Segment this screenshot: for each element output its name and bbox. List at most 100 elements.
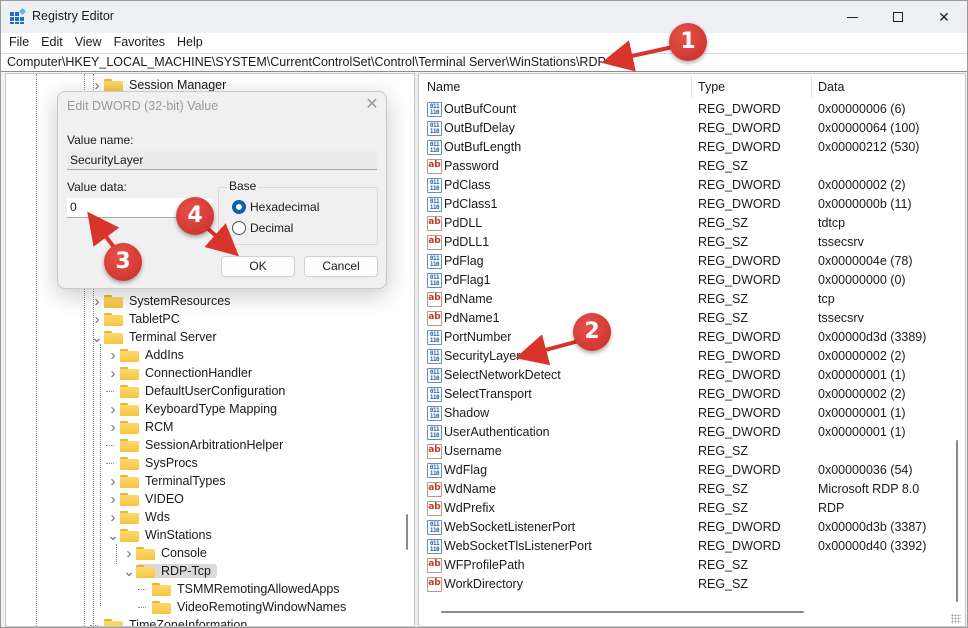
- tree-item-content[interactable]: VIDEO: [120, 492, 190, 506]
- value-row[interactable]: ab Password REG_SZ: [419, 157, 949, 176]
- value-row[interactable]: 011 110 UserAuthentication REG_DWORD 0x00000…: [419, 423, 949, 442]
- chevron-right-icon[interactable]: ›: [90, 292, 104, 310]
- value-row[interactable]: 011 110 PdFlag REG_DWORD 0x0000004e (78): [419, 252, 949, 271]
- value-row[interactable]: ab WorkDirectory REG_SZ: [419, 575, 949, 594]
- tree-item-content[interactable]: SessionArbitrationHelper: [120, 438, 289, 452]
- tree-item[interactable]: VideoRemotingWindowNames: [138, 598, 352, 616]
- tree-item[interactable]: ⌄ RDP-Tcp: [122, 562, 218, 580]
- value-row[interactable]: ab PdName1 REG_SZ tssecsrv: [419, 309, 949, 328]
- tree-item[interactable]: › Wds: [106, 508, 176, 526]
- column-divider[interactable]: [691, 76, 692, 98]
- tree-item[interactable]: › TerminalTypes: [106, 472, 232, 490]
- chevron-right-icon[interactable]: ›: [106, 364, 120, 382]
- tree-item-content[interactable]: SysProcs: [120, 456, 204, 470]
- tree-item-content[interactable]: VideoRemotingWindowNames: [152, 600, 352, 614]
- value-row[interactable]: 011 110 PdClass REG_DWORD 0x00000002 (2): [419, 176, 949, 195]
- value-row[interactable]: 011 110 SecurityLayer REG_DWORD 0x00000002 (…: [419, 347, 949, 366]
- tree-item-content[interactable]: Terminal Server: [104, 330, 223, 344]
- tree-item-content[interactable]: RDP-Tcp: [136, 564, 218, 578]
- decimal-radio-label[interactable]: Decimal: [250, 221, 293, 235]
- value-row[interactable]: 011 110 WebSocketTlsListenerPort REG_DWORD 0…: [419, 537, 949, 556]
- tree-item[interactable]: › Console: [122, 544, 213, 562]
- tree-item-content[interactable]: TimeZoneInformation: [104, 618, 253, 626]
- tree-item[interactable]: ⌄ WinStations: [106, 526, 218, 544]
- chevron-right-icon[interactable]: ›: [106, 472, 120, 490]
- menu-favorites[interactable]: Favorites: [108, 33, 171, 53]
- dialog-close-button[interactable]: ✕: [363, 96, 381, 114]
- chevron-right-icon[interactable]: ›: [106, 346, 120, 364]
- value-row[interactable]: ab WFProfilePath REG_SZ: [419, 556, 949, 575]
- maximize-button[interactable]: [875, 1, 921, 33]
- chevron-right-icon[interactable]: ›: [106, 418, 120, 436]
- tree-item-content[interactable]: Wds: [120, 510, 176, 524]
- tree-item-content[interactable]: WinStations: [120, 528, 218, 542]
- menu-file[interactable]: File: [3, 33, 35, 53]
- value-row[interactable]: 011 110 PdFlag1 REG_DWORD 0x00000000 (0): [419, 271, 949, 290]
- tree-item-content[interactable]: TerminalTypes: [120, 474, 232, 488]
- tree-item[interactable]: › RCM: [106, 418, 179, 436]
- value-row[interactable]: 011 110 OutBufCount REG_DWORD 0x00000006 (6): [419, 100, 949, 119]
- chevron-right-icon[interactable]: ›: [90, 310, 104, 328]
- column-header-type[interactable]: Type: [698, 74, 725, 100]
- value-row[interactable]: 011 110 WebSocketListenerPort REG_DWORD 0x00…: [419, 518, 949, 537]
- tree-item[interactable]: › VIDEO: [106, 490, 190, 508]
- value-row[interactable]: 011 110 SelectTransport REG_DWORD 0x00000002…: [419, 385, 949, 404]
- value-row[interactable]: ab WdName REG_SZ Microsoft RDP 8.0: [419, 480, 949, 499]
- chevron-right-icon[interactable]: ›: [106, 400, 120, 418]
- tree-item-content[interactable]: AddIns: [120, 348, 190, 362]
- tree-item[interactable]: TSMMRemotingAllowedApps: [138, 580, 346, 598]
- tree-item-content[interactable]: TabletPC: [104, 312, 186, 326]
- tree-item[interactable]: TimeZoneInformation: [90, 616, 253, 626]
- column-header-name[interactable]: Name: [427, 74, 460, 100]
- tree-item[interactable]: ⌄ Terminal Server: [90, 328, 223, 346]
- chevron-down-icon[interactable]: ⌄: [106, 526, 120, 544]
- chevron-right-icon[interactable]: ›: [106, 508, 120, 526]
- chevron-down-icon[interactable]: ⌄: [90, 328, 104, 346]
- value-row[interactable]: 011 110 WdFlag REG_DWORD 0x00000036 (54): [419, 461, 949, 480]
- close-button[interactable]: ✕: [921, 1, 967, 33]
- tree-item-content[interactable]: RCM: [120, 420, 179, 434]
- menu-edit[interactable]: Edit: [35, 33, 69, 53]
- tree-vertical-scrollbar[interactable]: [406, 514, 408, 550]
- value-row[interactable]: 011 110 OutBufDelay REG_DWORD 0x00000064 (10…: [419, 119, 949, 138]
- value-row[interactable]: ab PdName REG_SZ tcp: [419, 290, 949, 309]
- minimize-button[interactable]: [829, 1, 875, 33]
- tree-item[interactable]: SessionArbitrationHelper: [106, 436, 289, 454]
- value-row[interactable]: 011 110 PdClass1 REG_DWORD 0x0000000b (11): [419, 195, 949, 214]
- value-row[interactable]: ab PdDLL1 REG_SZ tssecsrv: [419, 233, 949, 252]
- tree-item-content[interactable]: SystemResources: [104, 294, 236, 308]
- chevron-down-icon[interactable]: ⌄: [122, 562, 136, 580]
- hexadecimal-radio[interactable]: [232, 200, 246, 214]
- tree-item-content[interactable]: Console: [136, 546, 213, 560]
- value-row[interactable]: 011 110 OutBufLength REG_DWORD 0x00000212 (5…: [419, 138, 949, 157]
- values-horizontal-scrollbar[interactable]: [441, 611, 804, 613]
- tree-item-content[interactable]: DefaultUserConfiguration: [120, 384, 291, 398]
- menu-help[interactable]: Help: [171, 33, 209, 53]
- resize-grip-icon[interactable]: [951, 614, 961, 624]
- ok-button[interactable]: OK: [221, 256, 295, 277]
- value-row[interactable]: 011 110 Shadow REG_DWORD 0x00000001 (1): [419, 404, 949, 423]
- tree-item-content[interactable]: ConnectionHandler: [120, 366, 258, 380]
- hexadecimal-radio-label[interactable]: Hexadecimal: [250, 200, 319, 214]
- tree-item[interactable]: › SystemResources: [90, 292, 236, 310]
- value-row[interactable]: 011 110 PortNumber REG_DWORD 0x00000d3d (338…: [419, 328, 949, 347]
- tree-item-content[interactable]: KeyboardType Mapping: [120, 402, 283, 416]
- value-row[interactable]: ab Username REG_SZ: [419, 442, 949, 461]
- address-bar[interactable]: Computer\HKEY_LOCAL_MACHINE\SYSTEM\Curre…: [1, 53, 967, 72]
- tree-item[interactable]: › KeyboardType Mapping: [106, 400, 283, 418]
- tree-item-content[interactable]: TSMMRemotingAllowedApps: [152, 582, 346, 596]
- value-row[interactable]: ab WdPrefix REG_SZ RDP: [419, 499, 949, 518]
- tree-item[interactable]: › AddIns: [106, 346, 190, 364]
- tree-item[interactable]: DefaultUserConfiguration: [106, 382, 291, 400]
- column-divider[interactable]: [811, 76, 812, 98]
- menu-view[interactable]: View: [69, 33, 108, 53]
- value-name-field[interactable]: SecurityLayer: [67, 151, 377, 170]
- tree-item[interactable]: › ConnectionHandler: [106, 364, 258, 382]
- chevron-right-icon[interactable]: ›: [106, 490, 120, 508]
- tree-item[interactable]: SysProcs: [106, 454, 204, 472]
- value-row[interactable]: ab PdDLL REG_SZ tdtcp: [419, 214, 949, 233]
- cancel-button[interactable]: Cancel: [304, 256, 378, 277]
- tree-item-content[interactable]: Session Manager: [104, 78, 232, 92]
- chevron-right-icon[interactable]: ›: [122, 544, 136, 562]
- decimal-radio[interactable]: [232, 221, 246, 235]
